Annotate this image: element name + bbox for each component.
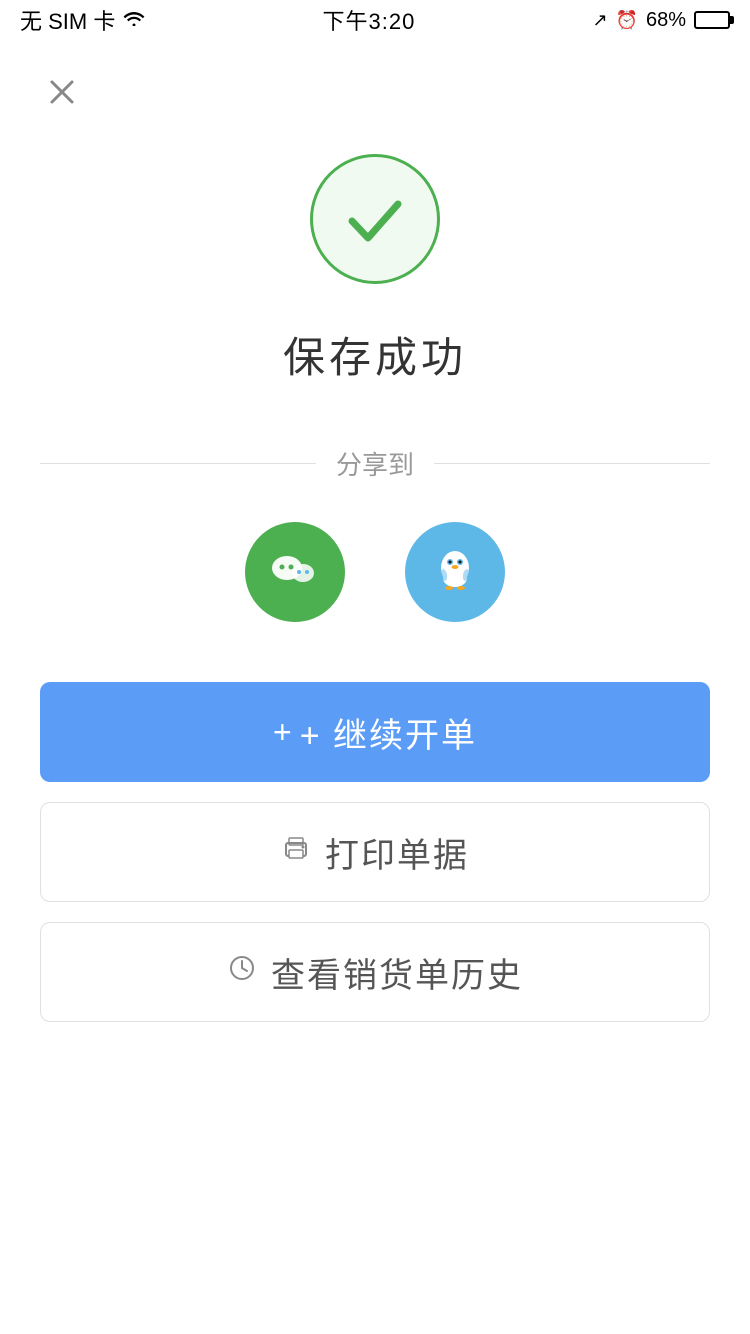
share-icons [245,522,505,622]
continue-button[interactable]: + + 继续开单 [40,682,710,782]
close-area [0,40,750,124]
print-label: 打印单据 [325,828,469,877]
close-button[interactable] [40,70,84,114]
battery-icon [694,11,730,29]
success-title: 保存成功 [283,324,467,385]
share-label: 分享到 [336,445,414,482]
action-section: + + 继续开单 打印单据 查看销货单历史 [0,662,750,1042]
alarm-icon: ⏰ [616,10,638,31]
clock-icon [227,953,257,992]
continue-label: + 继续开单 [300,708,477,757]
history-button[interactable]: 查看销货单历史 [40,922,710,1022]
history-label: 查看销货单历史 [271,948,523,997]
checkmark-icon [340,184,410,254]
plus-icon: + [273,714,294,751]
divider-left [40,463,316,464]
print-button[interactable]: 打印单据 [40,802,710,902]
wifi-icon [123,10,145,31]
divider-right [434,463,710,464]
time-display: 下午3:20 [322,4,415,36]
carrier-text: 无 SIM 卡 [20,4,115,36]
share-section: 分享到 [0,425,750,662]
share-divider: 分享到 [40,445,710,482]
location-icon: ↗ [592,10,607,31]
carrier-wifi: 无 SIM 卡 [20,4,145,36]
success-section: 保存成功 [0,124,750,425]
qq-share-button[interactable] [405,522,505,622]
status-bar: 无 SIM 卡 下午3:20 ↗ ⏰ 68% [0,0,750,40]
wechat-share-button[interactable] [245,522,345,622]
success-circle [310,154,440,284]
battery-text: 68% [646,9,686,32]
printer-icon [281,833,311,872]
status-icons: ↗ ⏰ 68% [592,9,730,32]
